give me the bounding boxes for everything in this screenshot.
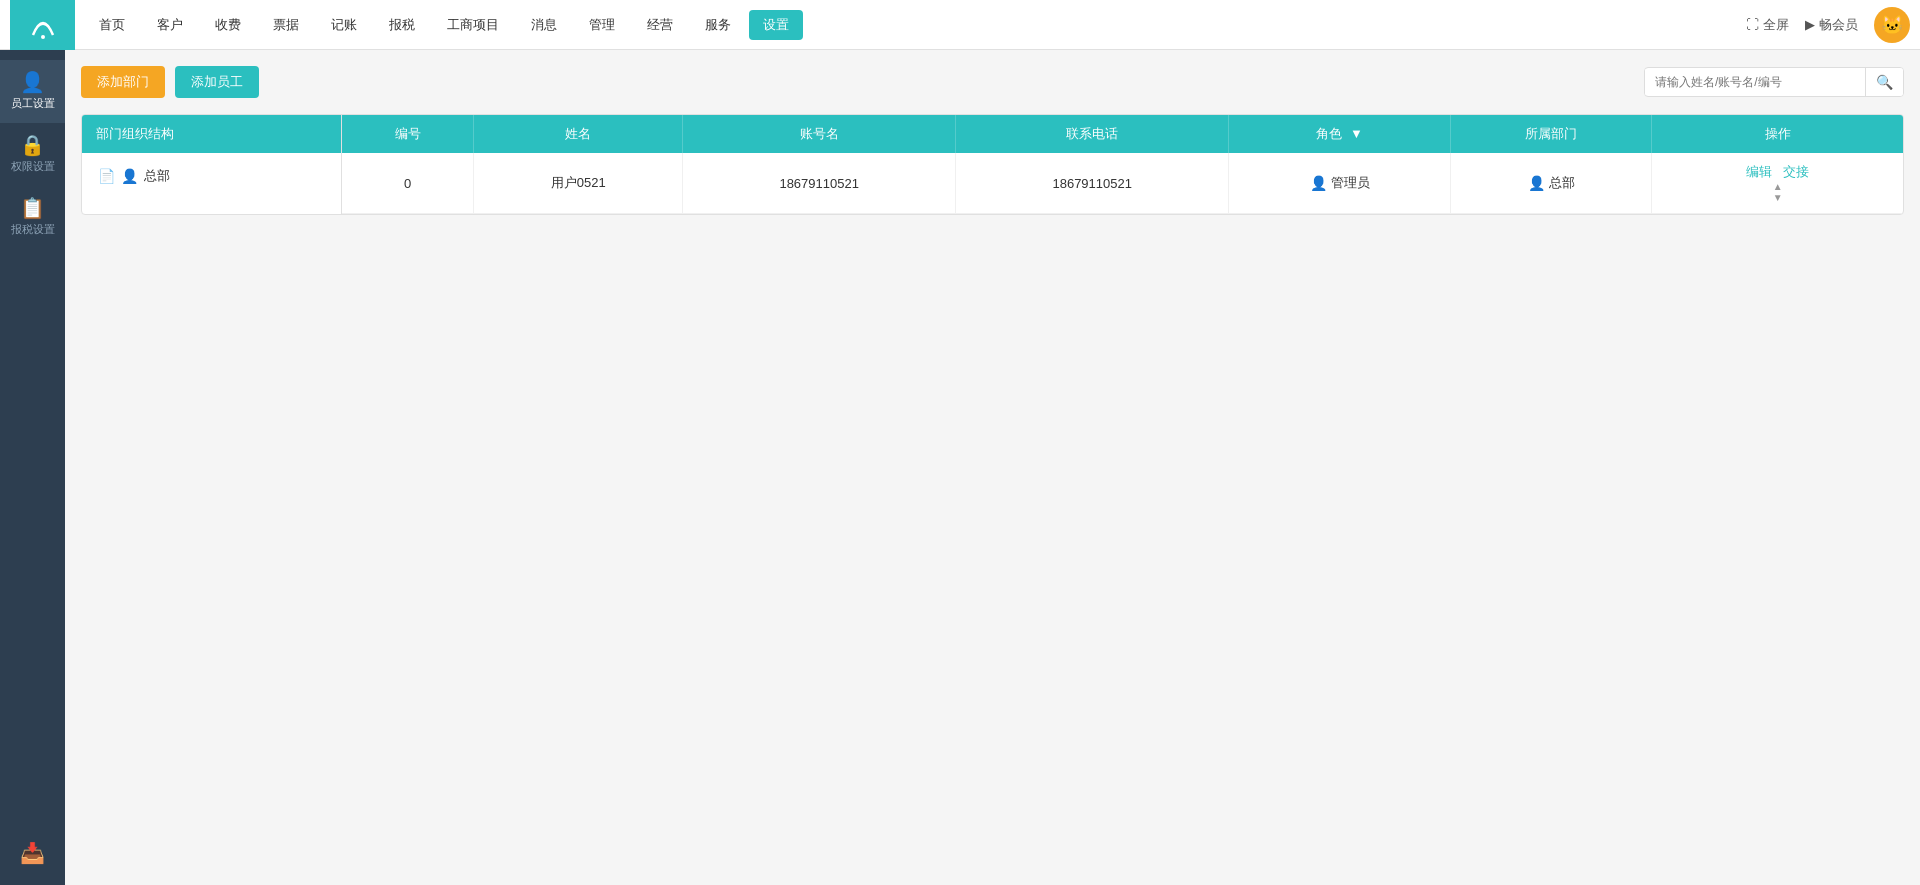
vip-icon: ▶ <box>1805 17 1815 32</box>
cell-dept: 👤 总部 <box>1451 153 1652 214</box>
content-area: 添加部门 添加员工 🔍 部门组织结构 📄 👤 总部 <box>65 50 1920 885</box>
top-navigation: 首页 客户 收费 票据 记账 报税 工商项目 消息 管理 经营 服务 设置 ⛶ … <box>0 0 1920 50</box>
nav-right-actions: ⛶ 全屏 ▶ 畅会员 🐱 <box>1746 7 1910 43</box>
add-dept-button[interactable]: 添加部门 <box>81 66 165 98</box>
filter-icon[interactable]: ▼ <box>1350 126 1363 141</box>
nav-menu: 首页 客户 收费 票据 记账 报税 工商项目 消息 管理 经营 服务 设置 <box>85 10 1746 40</box>
cell-actions: 编辑 交接 ▲▼ <box>1652 153 1903 214</box>
col-name: 姓名 <box>474 115 683 153</box>
logo <box>10 0 75 50</box>
nav-message[interactable]: 消息 <box>517 10 571 40</box>
col-account: 账号名 <box>683 115 956 153</box>
cell-account: 18679110521 <box>683 153 956 214</box>
nav-manage[interactable]: 管理 <box>575 10 629 40</box>
nav-invoice[interactable]: 票据 <box>259 10 313 40</box>
role-label: 管理员 <box>1331 174 1370 192</box>
nav-fee[interactable]: 收费 <box>201 10 255 40</box>
sidebar-bottom: 📥 <box>0 831 65 885</box>
dept-user-icon: 👤 <box>1528 175 1545 191</box>
col-id: 编号 <box>342 115 474 153</box>
sidebar-item-permission[interactable]: 🔒 权限设置 <box>0 123 65 186</box>
sidebar-permission-label: 权限设置 <box>11 159 55 174</box>
search-box: 🔍 <box>1644 67 1904 97</box>
dept-tree-item-general[interactable]: 📄 👤 总部 <box>90 161 333 191</box>
nav-service[interactable]: 服务 <box>691 10 745 40</box>
table: 编号 姓名 账号名 联系电话 角色 ▼ 所属部门 操作 <box>342 115 1903 214</box>
col-dept: 所属部门 <box>1451 115 1652 153</box>
sidebar-item-employee[interactable]: 👤 员工设置 <box>0 60 65 123</box>
table-row: 0 用户0521 18679110521 18679110521 👤 管理员 <box>342 153 1903 214</box>
dept-tree-header: 部门组织结构 <box>82 115 341 153</box>
cell-role: 👤 管理员 <box>1229 153 1451 214</box>
search-icon: 🔍 <box>1876 74 1893 90</box>
lock-icon: 🔒 <box>20 135 45 155</box>
nav-client[interactable]: 客户 <box>143 10 197 40</box>
col-action: 操作 <box>1652 115 1903 153</box>
tax-settings-icon: 📋 <box>20 198 45 218</box>
employee-table: 编号 姓名 账号名 联系电话 角色 ▼ 所属部门 操作 <box>342 115 1903 214</box>
main-layout: 👤 员工设置 🔒 权限设置 📋 报税设置 📥 添加部门 添加员工 🔍 <box>0 50 1920 885</box>
nav-business[interactable]: 工商项目 <box>433 10 513 40</box>
fullscreen-icon: ⛶ <box>1746 17 1759 32</box>
cell-name: 用户0521 <box>474 153 683 214</box>
table-header-row: 编号 姓名 账号名 联系电话 角色 ▼ 所属部门 操作 <box>342 115 1903 153</box>
sidebar-employee-label: 员工设置 <box>11 96 55 111</box>
sidebar-download[interactable]: 📥 <box>0 831 65 875</box>
nav-tax[interactable]: 报税 <box>375 10 429 40</box>
download-icon: 📥 <box>20 843 45 863</box>
employee-icon: 👤 <box>20 72 45 92</box>
nav-operation[interactable]: 经营 <box>633 10 687 40</box>
sidebar-item-tax-settings[interactable]: 📋 报税设置 <box>0 186 65 249</box>
col-role: 角色 ▼ <box>1229 115 1451 153</box>
cell-phone: 18679110521 <box>956 153 1229 214</box>
sidebar: 👤 员工设置 🔒 权限设置 📋 报税设置 📥 <box>0 50 65 885</box>
edit-link[interactable]: 编辑 <box>1746 164 1772 179</box>
nav-home[interactable]: 首页 <box>85 10 139 40</box>
sidebar-tax-label: 报税设置 <box>11 222 55 237</box>
role-user-icon: 👤 <box>1310 175 1327 191</box>
col-phone: 联系电话 <box>956 115 1229 153</box>
dept-tree-body: 📄 👤 总部 <box>82 153 341 199</box>
add-emp-button[interactable]: 添加员工 <box>175 66 259 98</box>
nav-settings[interactable]: 设置 <box>749 10 803 40</box>
vip-label: 畅会员 <box>1819 16 1858 34</box>
avatar-emoji: 🐱 <box>1881 14 1903 36</box>
fullscreen-label: 全屏 <box>1763 16 1789 34</box>
dept-user-icon: 👤 <box>121 168 138 184</box>
nav-accounting[interactable]: 记账 <box>317 10 371 40</box>
search-input[interactable] <box>1645 69 1865 95</box>
file-icon: 📄 <box>98 168 115 184</box>
cell-id: 0 <box>342 153 474 214</box>
toolbar: 添加部门 添加员工 🔍 <box>81 66 1904 98</box>
handover-link[interactable]: 交接 <box>1783 164 1809 179</box>
vip-button[interactable]: ▶ 畅会员 <box>1805 16 1858 34</box>
avatar[interactable]: 🐱 <box>1874 7 1910 43</box>
dept-label: 总部 <box>1549 174 1575 192</box>
search-button[interactable]: 🔍 <box>1865 68 1903 96</box>
svg-point-0 <box>41 35 45 39</box>
row-scroll-arrows[interactable]: ▲▼ <box>1664 181 1891 203</box>
main-panel: 部门组织结构 📄 👤 总部 编号 姓名 账号名 <box>81 114 1904 215</box>
fullscreen-button[interactable]: ⛶ 全屏 <box>1746 16 1789 34</box>
dept-name: 总部 <box>144 167 170 185</box>
dept-tree: 部门组织结构 📄 👤 总部 <box>82 115 342 214</box>
